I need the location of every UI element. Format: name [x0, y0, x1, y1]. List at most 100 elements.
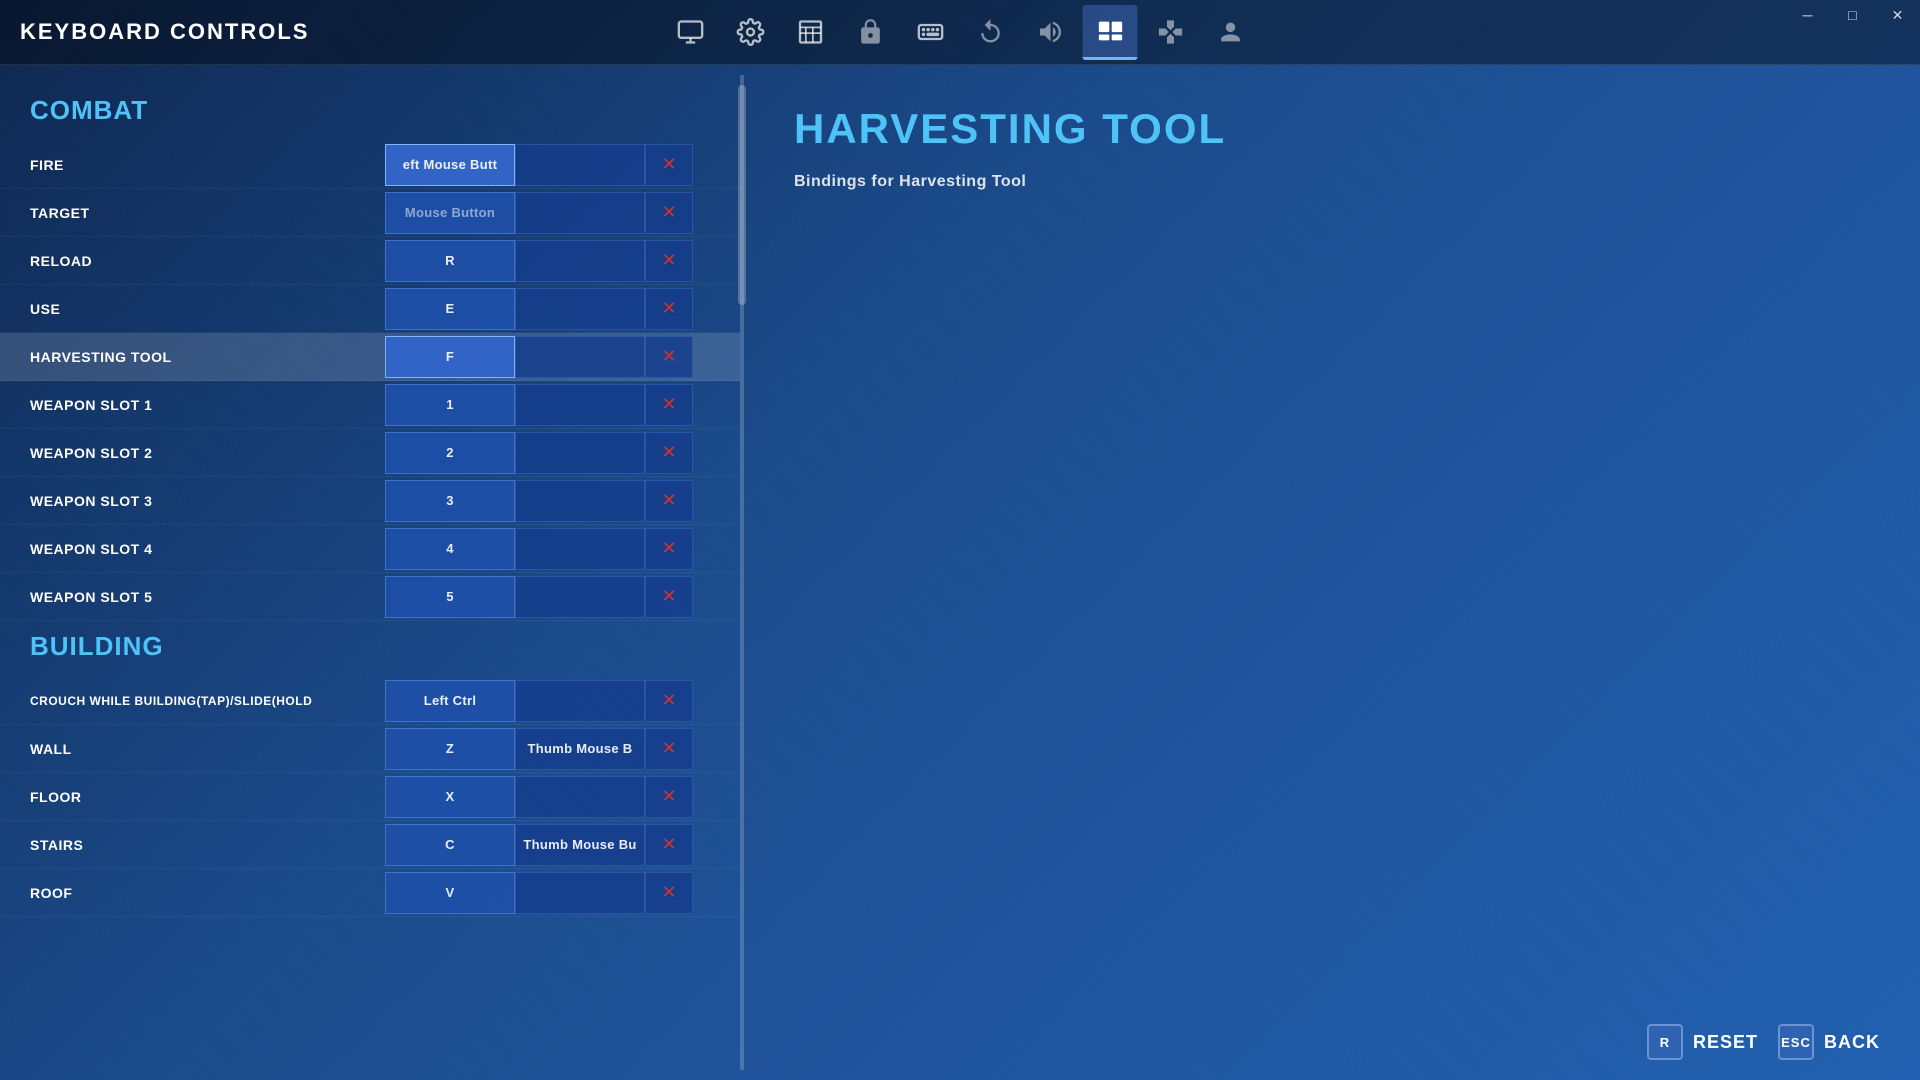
weapon-slot-5-key2[interactable]: [515, 576, 645, 618]
target-key1[interactable]: Mouse Button: [385, 192, 515, 234]
target-key2[interactable]: [515, 192, 645, 234]
target-row: TARGET Mouse Button ✕: [0, 189, 740, 237]
roof-delete-btn[interactable]: ✕: [645, 872, 693, 914]
wall-key2[interactable]: Thumb Mouse B: [515, 728, 645, 770]
reload-key1[interactable]: R: [385, 240, 515, 282]
weapon-slot-2-delete-btn[interactable]: ✕: [645, 432, 693, 474]
reload-key2[interactable]: [515, 240, 645, 282]
top-navigation: [663, 5, 1258, 60]
fire-action-label: FIRE: [30, 157, 385, 173]
weapon-slot-3-row: WEAPON SLOT 3 3 ✕: [0, 477, 740, 525]
fire-key-slots: eft Mouse Butt ✕: [385, 144, 693, 186]
keyboard-nav-icon[interactable]: [903, 5, 958, 60]
harvesting-tool-delete-btn[interactable]: ✕: [645, 336, 693, 378]
display-nav-icon[interactable]: [783, 5, 838, 60]
bottom-buttons: R RESET Esc BACK: [1647, 1024, 1880, 1060]
roof-key2[interactable]: [515, 872, 645, 914]
weapon-slot-1-key2[interactable]: [515, 384, 645, 426]
weapon-slot-1-key-slots: 1 ✕: [385, 384, 693, 426]
weapon-slot-5-delete-btn[interactable]: ✕: [645, 576, 693, 618]
stairs-row: STAIRS C Thumb Mouse Bu ✕: [0, 821, 740, 869]
crouch-building-row: CROUCH WHILE BUILDING(TAP)/SLIDE(HOLD Le…: [0, 677, 740, 725]
window-controls: ─ □ ✕: [1785, 0, 1920, 30]
weapon-slot-3-key1[interactable]: 3: [385, 480, 515, 522]
stairs-key1[interactable]: C: [385, 824, 515, 866]
close-button[interactable]: ✕: [1875, 0, 1920, 30]
fire-row: FIRE eft Mouse Butt ✕: [0, 141, 740, 189]
monitor-nav-icon[interactable]: [663, 5, 718, 60]
floor-key1[interactable]: X: [385, 776, 515, 818]
right-panel: HARVESTING TOOL Bindings for Harvesting …: [744, 65, 1920, 1080]
reload-delete-btn[interactable]: ✕: [645, 240, 693, 282]
crouch-building-delete-btn[interactable]: ✕: [645, 680, 693, 722]
reload-row: RELOAD R ✕: [0, 237, 740, 285]
harvesting-tool-key1[interactable]: F: [385, 336, 515, 378]
fire-key1[interactable]: eft Mouse Butt: [385, 144, 515, 186]
floor-row: FLOOR X ✕: [0, 773, 740, 821]
weapon-slot-5-row: WEAPON SLOT 5 5 ✕: [0, 573, 740, 621]
weapon-slot-3-key-slots: 3 ✕: [385, 480, 693, 522]
stairs-delete-btn[interactable]: ✕: [645, 824, 693, 866]
harvesting-tool-key-slots: F ✕: [385, 336, 693, 378]
crouch-building-key2[interactable]: [515, 680, 645, 722]
weapon-slot-4-row: WEAPON SLOT 4 4 ✕: [0, 525, 740, 573]
weapon-slot-2-key2[interactable]: [515, 432, 645, 474]
weapon-slot-3-label: WEAPON SLOT 3: [30, 493, 385, 509]
replay-nav-icon[interactable]: [963, 5, 1018, 60]
weapon-slot-5-label: WEAPON SLOT 5: [30, 589, 385, 605]
crouch-building-key1[interactable]: Left Ctrl: [385, 680, 515, 722]
page-title: KEYBOARD CONTROLS: [20, 19, 309, 45]
crouch-building-label: CROUCH WHILE BUILDING(TAP)/SLIDE(HOLD: [30, 694, 385, 708]
weapon-slot-4-key1[interactable]: 4: [385, 528, 515, 570]
weapon-slot-1-delete-btn[interactable]: ✕: [645, 384, 693, 426]
maximize-button[interactable]: □: [1830, 0, 1875, 30]
use-action-label: USE: [30, 301, 385, 317]
fire-delete-btn[interactable]: ✕: [645, 144, 693, 186]
harvesting-tool-action-label: HARVESTING TOOL: [30, 349, 385, 365]
weapon-slot-4-key-slots: 4 ✕: [385, 528, 693, 570]
weapon-slot-1-key1[interactable]: 1: [385, 384, 515, 426]
fire-key2[interactable]: [515, 144, 645, 186]
controller-hand-nav-icon[interactable]: [843, 5, 898, 60]
audio-nav-icon[interactable]: [1023, 5, 1078, 60]
target-delete-btn[interactable]: ✕: [645, 192, 693, 234]
left-panel: COMBAT FIRE eft Mouse Butt ✕ TARGET Mous…: [0, 65, 740, 1080]
roof-action-label: ROOF: [30, 885, 385, 901]
wall-delete-btn[interactable]: ✕: [645, 728, 693, 770]
stairs-key2[interactable]: Thumb Mouse Bu: [515, 824, 645, 866]
stairs-key-slots: C Thumb Mouse Bu ✕: [385, 824, 693, 866]
weapon-slot-4-key2[interactable]: [515, 528, 645, 570]
weapon-slot-5-key1[interactable]: 5: [385, 576, 515, 618]
detail-subtitle: Bindings for Harvesting Tool: [794, 173, 1870, 191]
roof-row: ROOF V ✕: [0, 869, 740, 917]
reset-button[interactable]: R RESET: [1647, 1024, 1758, 1060]
weapon-slot-2-key1[interactable]: 2: [385, 432, 515, 474]
harvesting-tool-key2[interactable]: [515, 336, 645, 378]
weapon-slot-2-row: WEAPON SLOT 2 2 ✕: [0, 429, 740, 477]
profile-nav-icon[interactable]: [1203, 5, 1258, 60]
wall-key1[interactable]: Z: [385, 728, 515, 770]
detail-title: HARVESTING TOOL: [794, 105, 1870, 153]
target-action-label: TARGET: [30, 205, 385, 221]
use-key2[interactable]: [515, 288, 645, 330]
floor-key2[interactable]: [515, 776, 645, 818]
roof-key1[interactable]: V: [385, 872, 515, 914]
weapon-slot-4-label: WEAPON SLOT 4: [30, 541, 385, 557]
floor-delete-btn[interactable]: ✕: [645, 776, 693, 818]
weapon-slot-1-label: WEAPON SLOT 1: [30, 397, 385, 413]
weapon-slot-3-key2[interactable]: [515, 480, 645, 522]
target-key-slots: Mouse Button ✕: [385, 192, 693, 234]
settings-nav-icon[interactable]: [723, 5, 778, 60]
back-button[interactable]: Esc BACK: [1778, 1024, 1880, 1060]
minimize-button[interactable]: ─: [1785, 0, 1830, 30]
use-delete-btn[interactable]: ✕: [645, 288, 693, 330]
use-key1[interactable]: E: [385, 288, 515, 330]
reload-action-label: RELOAD: [30, 253, 385, 269]
crouch-building-key-slots: Left Ctrl ✕: [385, 680, 693, 722]
keybinds-nav-icon[interactable]: [1083, 5, 1138, 60]
weapon-slot-4-delete-btn[interactable]: ✕: [645, 528, 693, 570]
roof-key-slots: V ✕: [385, 872, 693, 914]
combat-section-header: COMBAT: [0, 85, 740, 141]
gamepad-nav-icon[interactable]: [1143, 5, 1198, 60]
weapon-slot-3-delete-btn[interactable]: ✕: [645, 480, 693, 522]
